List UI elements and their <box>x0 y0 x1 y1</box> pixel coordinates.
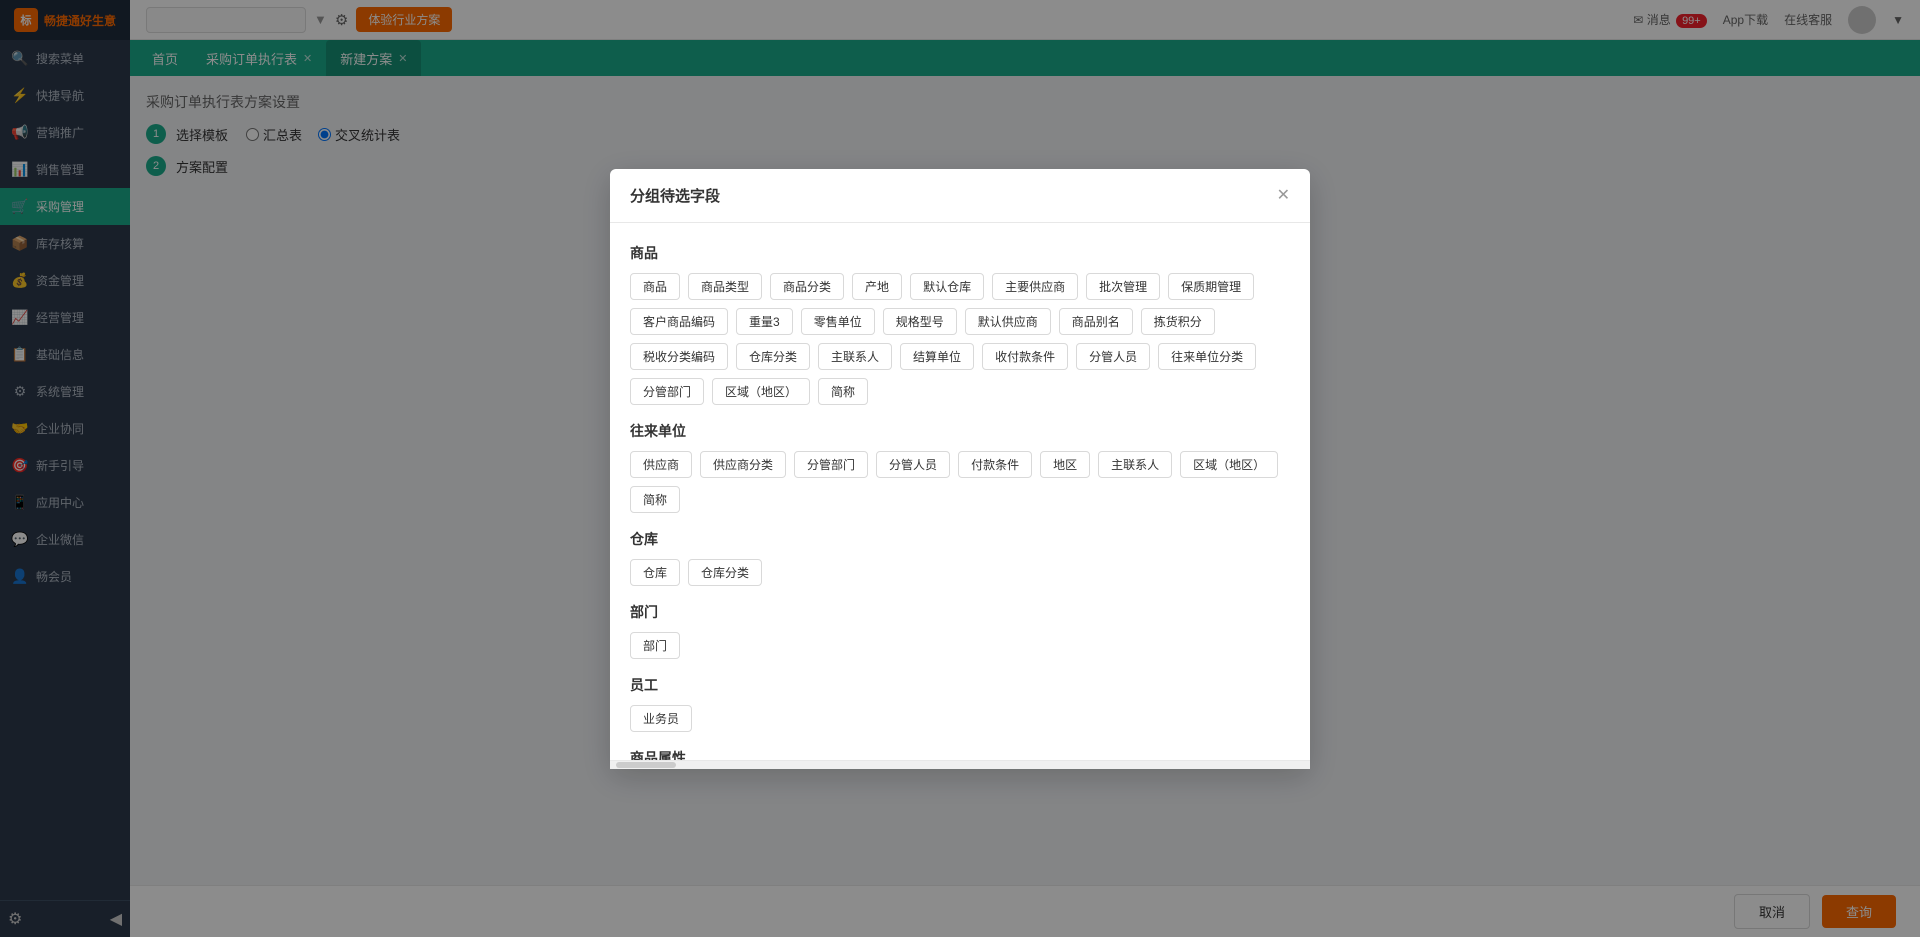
modal-hscroll[interactable] <box>610 760 1310 768</box>
field-tag[interactable]: 产地 <box>852 273 902 300</box>
field-tag[interactable]: 主要供应商 <box>992 273 1078 300</box>
field-tag[interactable]: 收付款条件 <box>982 343 1068 370</box>
modal-header: 分组待选字段 ✕ <box>610 169 1310 223</box>
field-tag[interactable]: 客户商品编码 <box>630 308 728 335</box>
field-tag[interactable]: 部门 <box>630 632 680 659</box>
modal-close-icon[interactable]: ✕ <box>1277 185 1290 205</box>
field-tag[interactable]: 区域（地区） <box>712 378 810 405</box>
field-tag[interactable]: 规格型号 <box>883 308 957 335</box>
field-tag[interactable]: 结算单位 <box>900 343 974 370</box>
field-tag[interactable]: 业务员 <box>630 705 692 732</box>
field-grid-warehouse: 仓库 仓库分类 <box>630 559 1290 586</box>
field-tag[interactable]: 地区 <box>1040 451 1090 478</box>
modal: 分组待选字段 ✕ 商品 商品 商品类型 商品分类 产地 默认仓库 主要供应商 批… <box>610 169 1310 769</box>
field-tag[interactable]: 零售单位 <box>801 308 875 335</box>
field-tag[interactable]: 往来单位分类 <box>1158 343 1256 370</box>
modal-body: 商品 商品 商品类型 商品分类 产地 默认仓库 主要供应商 批次管理 保质期管理… <box>610 223 1310 761</box>
modal-hscroll-thumb[interactable] <box>616 762 676 768</box>
field-grid-product: 商品 商品类型 商品分类 产地 默认仓库 主要供应商 批次管理 保质期管理 客户… <box>630 273 1290 405</box>
field-tag[interactable]: 简称 <box>630 486 680 513</box>
field-tag[interactable]: 拣货积分 <box>1141 308 1215 335</box>
field-tag[interactable]: 税收分类编码 <box>630 343 728 370</box>
field-tag[interactable]: 批次管理 <box>1086 273 1160 300</box>
field-tag[interactable]: 商品类型 <box>688 273 762 300</box>
field-tag[interactable]: 仓库 <box>630 559 680 586</box>
modal-title: 分组待选字段 <box>630 185 720 206</box>
field-tag[interactable]: 仓库分类 <box>688 559 762 586</box>
field-grid-employee: 业务员 <box>630 705 1290 732</box>
field-tag[interactable]: 商品分类 <box>770 273 844 300</box>
field-tag[interactable]: 分管部门 <box>794 451 868 478</box>
field-tag[interactable]: 重量3 <box>736 308 793 335</box>
section-title-product: 商品 <box>630 243 1290 263</box>
field-tag[interactable]: 供应商 <box>630 451 692 478</box>
section-title-employee: 员工 <box>630 675 1290 695</box>
field-tag[interactable]: 分管部门 <box>630 378 704 405</box>
field-tag[interactable]: 简称 <box>818 378 868 405</box>
field-tag[interactable]: 保质期管理 <box>1168 273 1254 300</box>
field-grid-department: 部门 <box>630 632 1290 659</box>
section-title-product-attr: 商品属性 <box>630 748 1290 761</box>
field-tag[interactable]: 默认仓库 <box>910 273 984 300</box>
field-tag[interactable]: 主联系人 <box>818 343 892 370</box>
field-tag[interactable]: 商品别名 <box>1059 308 1133 335</box>
field-tag[interactable]: 区域（地区） <box>1180 451 1278 478</box>
field-tag[interactable]: 分管人员 <box>1076 343 1150 370</box>
field-grid-counterpart: 供应商 供应商分类 分管部门 分管人员 付款条件 地区 主联系人 区域（地区） … <box>630 451 1290 513</box>
field-tag[interactable]: 默认供应商 <box>965 308 1051 335</box>
section-title-department: 部门 <box>630 602 1290 622</box>
field-tag[interactable]: 商品 <box>630 273 680 300</box>
field-tag[interactable]: 分管人员 <box>876 451 950 478</box>
field-tag[interactable]: 仓库分类 <box>736 343 810 370</box>
section-title-warehouse: 仓库 <box>630 529 1290 549</box>
field-tag[interactable]: 主联系人 <box>1098 451 1172 478</box>
field-tag[interactable]: 付款条件 <box>958 451 1032 478</box>
field-tag[interactable]: 供应商分类 <box>700 451 786 478</box>
modal-overlay[interactable]: 分组待选字段 ✕ 商品 商品 商品类型 商品分类 产地 默认仓库 主要供应商 批… <box>0 0 1920 937</box>
section-title-counterpart: 往来单位 <box>630 421 1290 441</box>
